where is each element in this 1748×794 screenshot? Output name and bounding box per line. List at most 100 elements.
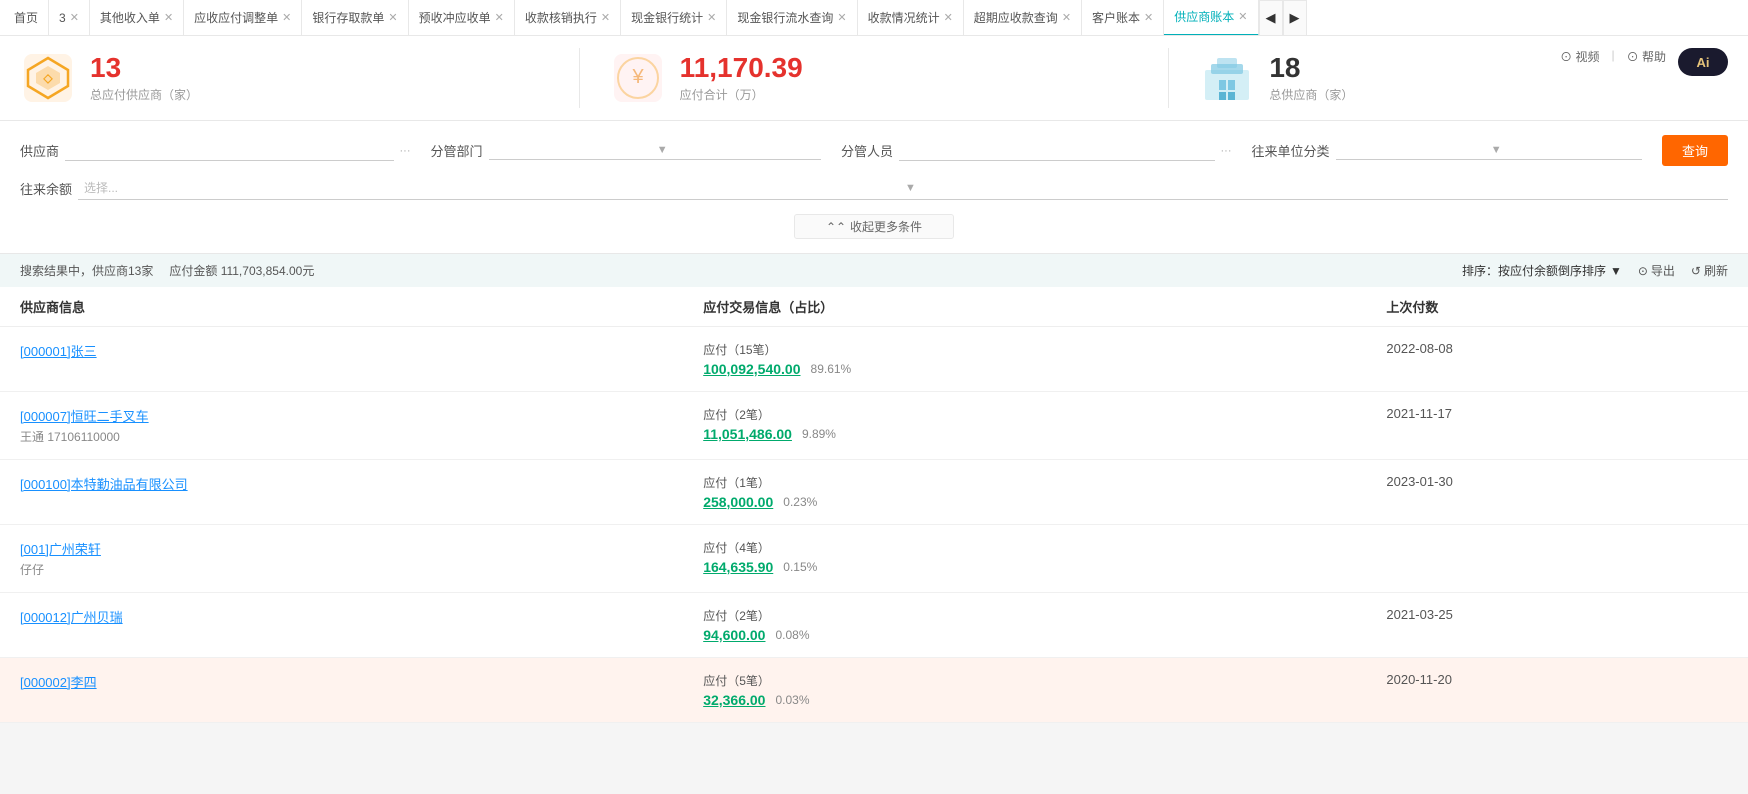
sort-select[interactable]: 排序：按应付余额倒序排序 ▼ (1462, 262, 1622, 279)
close-icon[interactable]: ✕ (388, 11, 397, 24)
supplier-link[interactable]: [001]广州荣轩 (20, 539, 703, 558)
col-tx-info: 应付交易信息（占比） (703, 297, 1386, 316)
last-pay-cell: 2021-03-25 (1386, 607, 1728, 622)
stat-text-1: 13 总应付供应商（家） (90, 54, 198, 103)
supplier-input[interactable] (65, 140, 393, 161)
close-icon[interactable]: ✕ (1144, 11, 1153, 24)
tx-info-cell: 应付（1笔） 258,000.00 0.23% (703, 474, 1386, 510)
tx-amount[interactable]: 100,092,540.00 (703, 361, 800, 377)
supplier-link[interactable]: [000001]张三 (20, 341, 703, 360)
nav-tab-other-income[interactable]: 其他收入单 ✕ (90, 0, 184, 36)
nav-tab-bank[interactable]: 银行存取款单 ✕ (302, 0, 408, 36)
stat-icon-2: ¥ (610, 50, 666, 106)
refresh-label: 刷新 (1704, 262, 1728, 279)
last-pay-cell: 2020-11-20 (1386, 672, 1728, 687)
person-input[interactable] (899, 140, 1214, 161)
close-icon[interactable]: ✕ (837, 11, 846, 24)
category-select[interactable]: ▼ (1336, 141, 1642, 160)
supplier-link[interactable]: [000002]李四 (20, 672, 703, 691)
collapse-button[interactable]: ⌃⌃ 收起更多条件 (794, 214, 954, 239)
nav-tab-customer-label: 客户账本 (1092, 9, 1140, 26)
close-icon[interactable]: ✕ (1062, 11, 1071, 24)
table-row: [001]广州荣轩 仔仔 应付（4笔） 164,635.90 0.15% (0, 525, 1748, 593)
close-icon[interactable]: ✕ (944, 11, 953, 24)
filter-person: 分管人员 ··· (841, 140, 1232, 161)
question-icon: ⊙ (1627, 50, 1639, 64)
close-icon[interactable]: ✕ (1238, 10, 1247, 23)
nav-tab-collection-stat[interactable]: 收款情况统计 ✕ (858, 0, 964, 36)
nav-tab-prepay[interactable]: 预收冲应收单 ✕ (409, 0, 515, 36)
supplier-sub: 王通 17106110000 (20, 428, 703, 445)
close-icon[interactable]: ✕ (707, 11, 716, 24)
close-icon[interactable]: ✕ (164, 11, 173, 24)
tx-pct: 9.89% (802, 427, 836, 441)
video-link[interactable]: ⊙ 视频 (1560, 48, 1599, 76)
export-button[interactable]: ⊙ 导出 (1638, 262, 1675, 279)
refresh-button[interactable]: ↺ 刷新 (1691, 262, 1728, 279)
filter-row-1: 供应商 ··· 分管部门 ▼ 分管人员 ··· 往来单位分类 ▼ 查询 (20, 135, 1728, 166)
nav-arrow-left[interactable]: ◀ (1259, 0, 1283, 36)
nav-tab-home[interactable]: 首页 (4, 0, 49, 36)
tx-pct: 0.03% (775, 693, 809, 707)
nav-tab-overdue-label: 超期应收款查询 (974, 9, 1058, 26)
close-icon[interactable]: ✕ (495, 11, 504, 24)
supplier-more-icon[interactable]: ··· (400, 145, 411, 157)
nav-tab-overdue[interactable]: 超期应收款查询 ✕ (964, 0, 1082, 36)
tx-amount[interactable]: 258,000.00 (703, 494, 773, 510)
table-header: 供应商信息 应付交易信息（占比） 上次付数 (0, 287, 1748, 327)
close-icon[interactable]: ✕ (282, 11, 291, 24)
help-link[interactable]: ⊙ 帮助 (1627, 48, 1666, 76)
chevron-down-icon: ▼ (1491, 144, 1636, 156)
tx-pct: 0.08% (775, 628, 809, 642)
tx-amount[interactable]: 11,051,486.00 (703, 426, 792, 442)
filter-supplier: 供应商 ··· (20, 140, 411, 161)
result-amount: 应付金额 111,703,854.00元 (169, 262, 314, 279)
tx-amount[interactable]: 32,366.00 (703, 692, 765, 708)
supplier-sub: 仔仔 (20, 561, 703, 578)
nav-tab-supplier-label: 供应商账本 (1174, 8, 1234, 25)
balance-select[interactable]: 选择... ▼ (78, 176, 1728, 200)
tx-info-cell: 应付（2笔） 94,600.00 0.08% (703, 607, 1386, 643)
stat-divider-2 (1168, 48, 1169, 108)
nav-tab-supplier[interactable]: 供应商账本 ✕ (1164, 0, 1258, 36)
stat-label-2: 应付合计（万） (680, 86, 803, 103)
tx-pct: 0.23% (783, 495, 817, 509)
supplier-link[interactable]: [000007]恒旺二手叉车 (20, 406, 703, 425)
supplier-info-cell: [000007]恒旺二手叉车 王通 17106110000 (20, 406, 703, 445)
stat-block-1: ◇ 13 总应付供应商（家） (20, 50, 549, 106)
nav-tab-collection[interactable]: 收款核销执行 ✕ (515, 0, 621, 36)
supplier-info-cell: [000012]广州贝瑞 (20, 607, 703, 626)
nav-arrow-right[interactable]: ▶ (1283, 0, 1307, 36)
tx-info-cell: 应付（5笔） 32,366.00 0.03% (703, 672, 1386, 708)
stat-label-1: 总应付供应商（家） (90, 86, 198, 103)
tx-label: 应付（15笔） (703, 341, 1386, 358)
nav-tab-3[interactable]: 3 ✕ (49, 0, 90, 36)
tx-info-cell: 应付（2笔） 11,051,486.00 9.89% (703, 406, 1386, 442)
nav-tab-cash-stat[interactable]: 现金银行统计 ✕ (621, 0, 727, 36)
nav-tab-adjustment[interactable]: 应收应付调整单 ✕ (184, 0, 302, 36)
nav-tab-collection-stat-label: 收款情况统计 (868, 9, 940, 26)
nav-tab-cash-flow-label: 现金银行流水查询 (737, 9, 833, 26)
stat-num-2: 11,170.39 (680, 54, 803, 82)
last-pay-cell: 2022-08-08 (1386, 341, 1728, 356)
nav-tab-customer[interactable]: 客户账本 ✕ (1082, 0, 1164, 36)
supplier-link[interactable]: [000012]广州贝瑞 (20, 607, 703, 626)
table-row: [000002]李四 应付（5笔） 32,366.00 0.03% 2020-1… (0, 658, 1748, 723)
dept-label: 分管部门 (431, 141, 483, 160)
tx-amount[interactable]: 94,600.00 (703, 627, 765, 643)
tx-label: 应付（2笔） (703, 607, 1386, 624)
dept-select[interactable]: ▼ (489, 141, 821, 160)
close-icon[interactable]: ✕ (601, 11, 610, 24)
stat-icon-1: ◇ (20, 50, 76, 106)
query-button[interactable]: 查询 (1662, 135, 1728, 166)
supplier-link[interactable]: [000100]本特勤油品有限公司 (20, 474, 703, 493)
nav-tab-cash-flow[interactable]: 现金银行流水查询 ✕ (727, 0, 857, 36)
top-navigation: 首页 3 ✕ 其他收入单 ✕ 应收应付调整单 ✕ 银行存取款单 ✕ 预收冲应收单… (0, 0, 1748, 36)
ai-button[interactable]: Ai (1678, 48, 1728, 76)
header-actions: ⊙ 视频 | ⊙ 帮助 Ai (1560, 48, 1728, 76)
supplier-label: 供应商 (20, 141, 59, 160)
tx-amount[interactable]: 164,635.90 (703, 559, 773, 575)
close-icon[interactable]: ✕ (70, 11, 79, 24)
person-more-icon[interactable]: ··· (1221, 145, 1232, 157)
supplier-info-cell: [001]广州荣轩 仔仔 (20, 539, 703, 578)
